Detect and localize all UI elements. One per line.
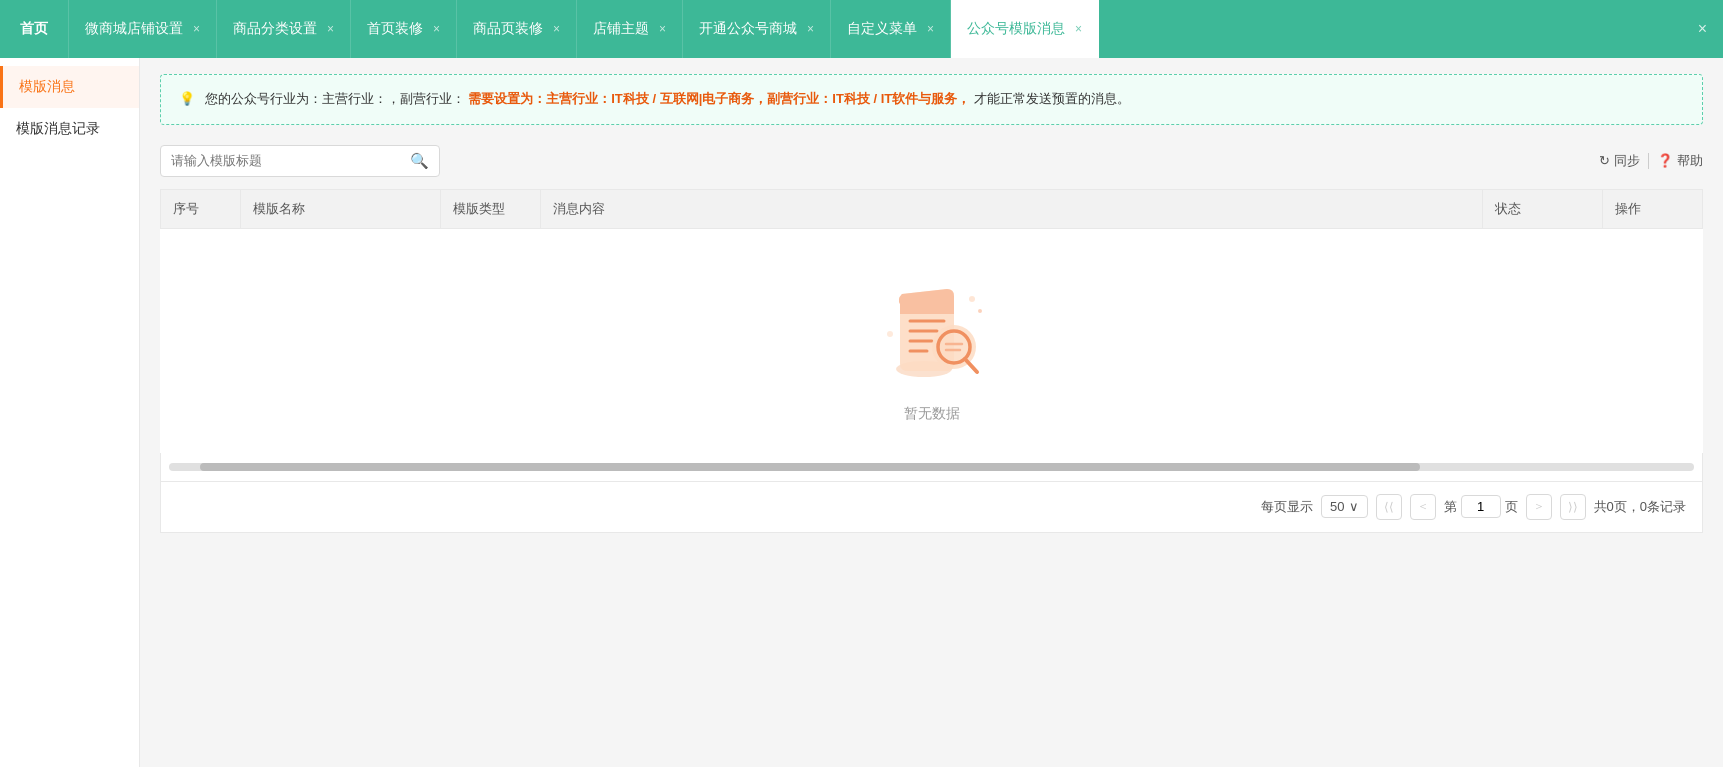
search-input-wrap: 🔍 (160, 145, 440, 177)
last-page-button[interactable]: ⟩⟩ (1560, 494, 1586, 520)
tab-open-mall-close[interactable]: × (807, 22, 814, 36)
search-icon[interactable]: 🔍 (410, 152, 429, 170)
col-type: 模版类型 (441, 189, 541, 228)
page-input-wrap: 第 页 (1444, 495, 1518, 518)
search-input[interactable] (171, 153, 410, 168)
page-size-dropdown-icon: ∨ (1349, 499, 1359, 514)
content-area: 💡 您的公众号行业为：主营行业：，副营行业： 需要设置为：主营行业：IT科技 /… (140, 58, 1723, 767)
search-bar: 🔍 ↻ 同步 ❓ 帮助 (160, 145, 1703, 177)
tab-template-msg-close[interactable]: × (1075, 22, 1082, 36)
notice-prefix: 您的公众号行业为：主营行业：，副营行业： (205, 91, 465, 106)
page-label: 第 (1444, 498, 1457, 516)
top-nav: 首页 微商城店铺设置 × 商品分类设置 × 首页装修 × 商品页装修 × 店铺主… (0, 0, 1723, 58)
col-status: 状态 (1483, 189, 1603, 228)
sidebar-item-template-msg-records[interactable]: 模版消息记录 (0, 108, 139, 150)
empty-row: 暂无数据 (161, 228, 1703, 453)
page-size-value: 50 (1330, 499, 1344, 514)
prev-page-button[interactable]: ＜ (1410, 494, 1436, 520)
pagination: 每页显示 50 ∨ ⟨⟨ ＜ 第 页 ＞ ⟩⟩ 共0页，0条记录 (160, 482, 1703, 533)
tab-home-label: 首页 (20, 20, 48, 38)
sync-button[interactable]: ↻ 同步 (1599, 152, 1640, 170)
tab-home-decor[interactable]: 首页装修 × (351, 0, 457, 58)
toolbar-divider (1648, 153, 1649, 169)
scroll-track[interactable] (169, 463, 1694, 471)
tab-store-settings-label: 微商城店铺设置 (85, 20, 183, 38)
page-number-input[interactable] (1461, 495, 1501, 518)
toolbar-right: ↻ 同步 ❓ 帮助 (1599, 152, 1703, 170)
tab-store-theme-close[interactable]: × (659, 22, 666, 36)
table-header-row: 序号 模版名称 模版类型 消息内容 状态 操作 (161, 189, 1703, 228)
tab-custom-menu-label: 自定义菜单 (847, 20, 917, 38)
tab-open-mall-label: 开通公众号商城 (699, 20, 797, 38)
first-page-button[interactable]: ⟨⟨ (1376, 494, 1402, 520)
total-info: 共0页，0条记录 (1594, 498, 1686, 516)
tab-open-mall[interactable]: 开通公众号商城 × (683, 0, 831, 58)
tab-home-decor-close[interactable]: × (433, 22, 440, 36)
tab-product-decor-label: 商品页装修 (473, 20, 543, 38)
col-name: 模版名称 (241, 189, 441, 228)
next-page-button[interactable]: ＞ (1526, 494, 1552, 520)
sidebar: 模版消息 模版消息记录 (0, 58, 140, 767)
main-layout: 模版消息 模版消息记录 💡 您的公众号行业为：主营行业：，副营行业： 需要设置为… (0, 58, 1723, 767)
sync-icon: ↻ (1599, 153, 1610, 168)
col-action: 操作 (1603, 189, 1703, 228)
tab-custom-menu-close[interactable]: × (927, 22, 934, 36)
data-table: 序号 模版名称 模版类型 消息内容 状态 操作 (160, 189, 1703, 453)
notice-highlight: 需要设置为：主营行业：IT科技 / 互联网|电子商务，副营行业：IT科技 / I… (468, 91, 970, 106)
sidebar-item-template-msg-records-label: 模版消息记录 (16, 120, 100, 136)
tab-category-label: 商品分类设置 (233, 20, 317, 38)
sync-label: 同步 (1614, 152, 1640, 170)
tab-home[interactable]: 首页 (0, 0, 69, 58)
tab-product-decor[interactable]: 商品页装修 × (457, 0, 577, 58)
tab-store-settings-close[interactable]: × (193, 22, 200, 36)
notice-suffix: 才能正常发送预置的消息。 (974, 91, 1130, 106)
svg-point-11 (978, 309, 982, 313)
svg-point-10 (969, 296, 975, 302)
svg-point-12 (887, 331, 893, 337)
sidebar-item-template-msg-label: 模版消息 (19, 78, 75, 94)
tab-store-theme-label: 店铺主题 (593, 20, 649, 38)
page-size-select[interactable]: 50 ∨ (1321, 495, 1367, 518)
tab-category-settings[interactable]: 商品分类设置 × (217, 0, 351, 58)
empty-illustration (872, 269, 992, 389)
empty-text: 暂无数据 (904, 405, 960, 423)
sidebar-item-template-msg[interactable]: 模版消息 (0, 66, 139, 108)
scroll-area (160, 453, 1703, 482)
col-seq: 序号 (161, 189, 241, 228)
page-size-label: 每页显示 (1261, 498, 1313, 516)
page-unit: 页 (1505, 498, 1518, 516)
tab-store-theme[interactable]: 店铺主题 × (577, 0, 683, 58)
close-all-button[interactable]: × (1698, 20, 1707, 38)
col-content: 消息内容 (541, 189, 1483, 228)
tab-product-decor-close[interactable]: × (553, 22, 560, 36)
tab-template-msg[interactable]: 公众号模版消息 × (951, 0, 1099, 58)
tab-home-decor-label: 首页装修 (367, 20, 423, 38)
scroll-thumb[interactable] (200, 463, 1420, 471)
tab-template-msg-label: 公众号模版消息 (967, 20, 1065, 38)
notice-box: 💡 您的公众号行业为：主营行业：，副营行业： 需要设置为：主营行业：IT科技 /… (160, 74, 1703, 125)
notice-icon: 💡 (179, 89, 195, 110)
tab-custom-menu[interactable]: 自定义菜单 × (831, 0, 951, 58)
tab-store-settings[interactable]: 微商城店铺设置 × (69, 0, 217, 58)
empty-state: 暂无数据 (161, 229, 1703, 453)
help-circle-icon: ❓ (1657, 153, 1673, 168)
help-label: 帮助 (1677, 152, 1703, 170)
tab-category-close[interactable]: × (327, 22, 334, 36)
table-container: 序号 模版名称 模版类型 消息内容 状态 操作 (160, 189, 1703, 482)
help-button[interactable]: ❓ 帮助 (1657, 152, 1703, 170)
